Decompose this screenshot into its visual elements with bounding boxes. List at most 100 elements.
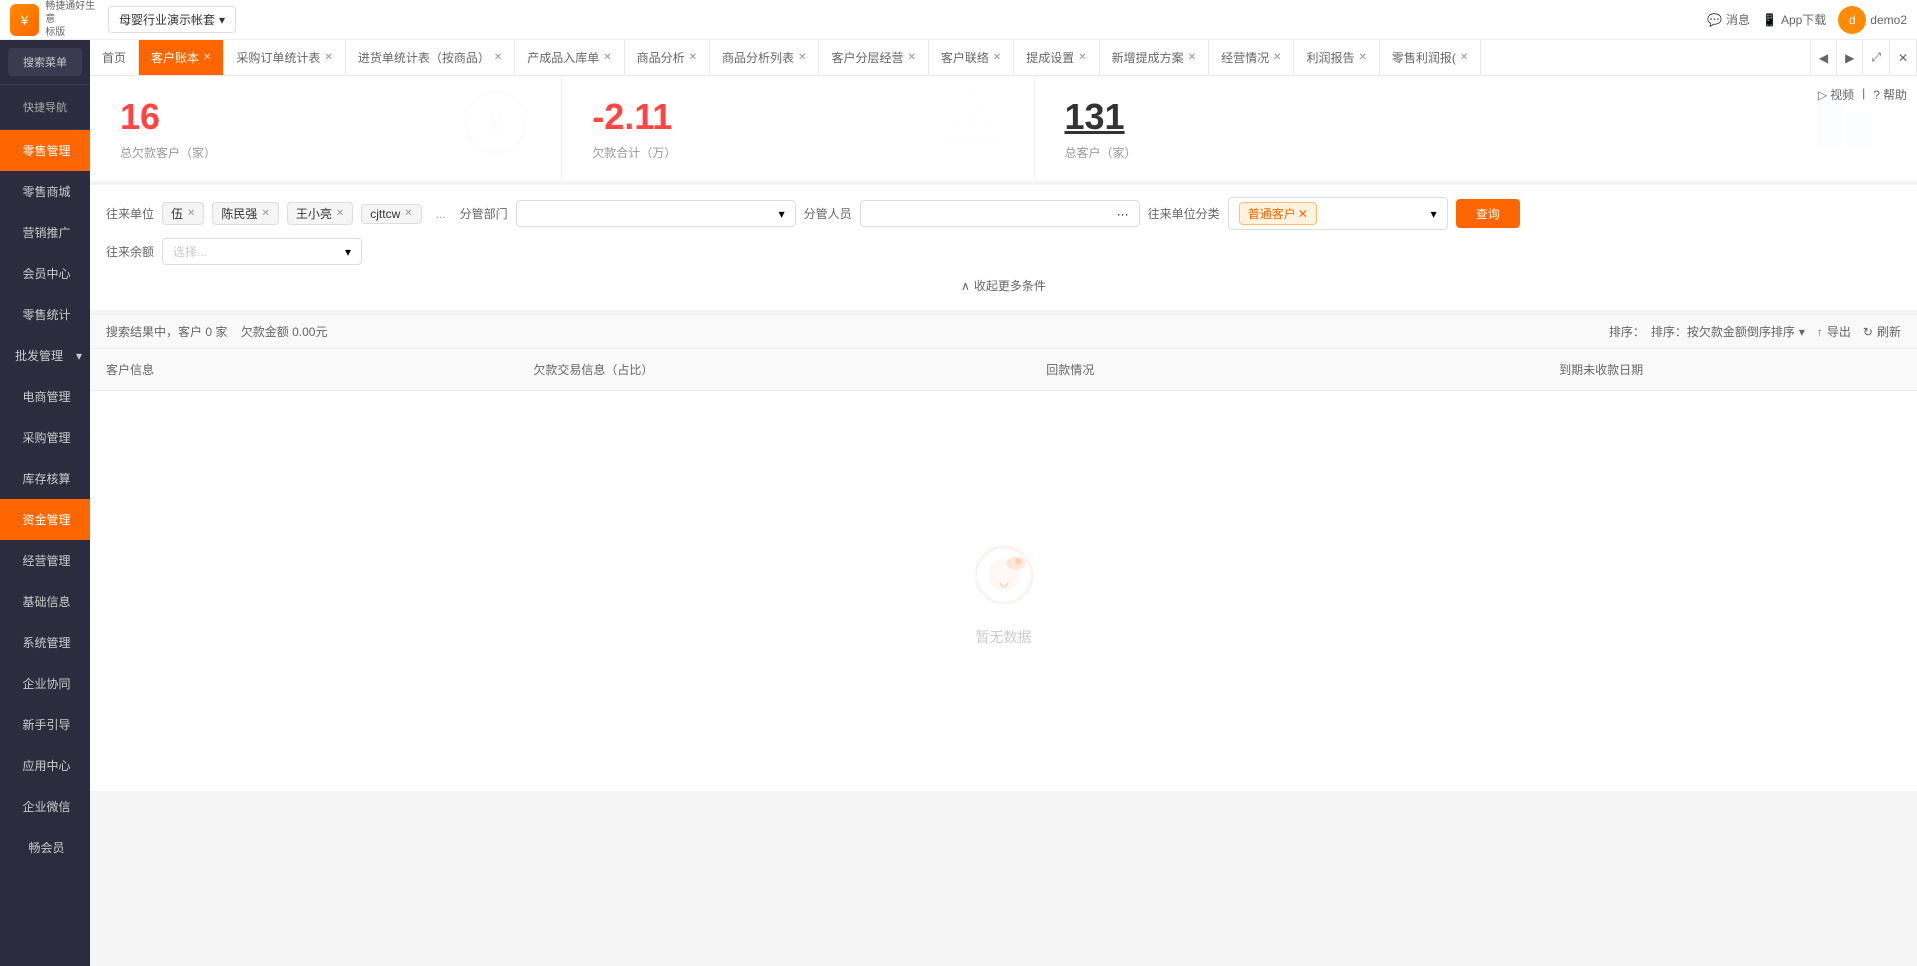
col-header-date: 到期未收款日期 [1559,361,1901,378]
empty-icon [964,535,1044,615]
balance-selector[interactable]: 选择... ▾ [162,238,362,265]
sidebar-item-wechat[interactable]: 企业微信 [0,786,90,827]
col-header-customer: 客户信息 [106,361,533,378]
tab-close-profit-report[interactable]: ✕ [1359,52,1367,63]
sidebar-item-retail-stats[interactable]: 零售统计 [0,294,90,335]
tab-close-new-promotion[interactable]: ✕ [1188,52,1196,63]
dept-filter-label: 分管部门 [460,205,508,222]
tab-close-operations-status[interactable]: ✕ [1273,52,1281,63]
tab-purchase-order[interactable]: 采购订单统计表 ✕ [224,40,345,75]
stats-row: 16 总欠款客户（家） ¥ -2.11 欠款合计（万） [90,76,1917,181]
header-right: 💬 消息 📱 App下载 d demo2 [1707,6,1907,34]
tab-product-entry[interactable]: 产成品入库单 ✕ [515,40,624,75]
stat-total-customers: 16 总欠款客户（家） ¥ [90,76,562,181]
collapse-button[interactable]: ∧ 收起更多条件 [106,273,1901,298]
tab-profit-report[interactable]: 利润报告 ✕ [1294,40,1379,75]
chevron-down-icon: ▾ [76,349,82,363]
table-body: 暂无数据 [90,391,1917,791]
stat-value-clients: 131 [1065,96,1888,138]
sidebar-item-retail-mall[interactable]: 零售商城 [0,171,90,212]
sidebar-item-operations[interactable]: 经营管理 [0,540,90,581]
quick-nav-item[interactable]: 快捷导航 [0,91,90,123]
avatar: d [1838,6,1866,34]
export-btn[interactable]: ↑ 导出 [1817,323,1851,340]
content-area: 首页 客户账本 ✕ 采购订单统计表 ✕ 进货单统计表（按商品） ✕ 产成品入库单… [90,40,1917,966]
video-btn[interactable]: ▷ 视频 [1818,86,1854,103]
sidebar-item-ecommerce[interactable]: 电商管理 [0,376,90,417]
tab-prev-btn[interactable]: ◀ [1811,40,1837,76]
filter-more-tags[interactable]: ... [430,205,452,223]
dept-selector[interactable]: ▾ [516,200,796,227]
logo-area: ¥ 畅捷通好生意 标版 [10,0,100,39]
data-table: 客户信息 欠款交易信息（占比） 回款情况 到期未收款日期 [90,349,1917,791]
tab-home[interactable]: 首页 [90,40,139,75]
tab-goods-stats[interactable]: 进货单统计表（按商品） ✕ [346,40,515,75]
filter-tag-cjttcw-close[interactable]: ✕ [404,208,412,219]
tab-close-retail-profit[interactable]: ✕ [1460,52,1468,63]
filter-tag-chen: 陈民强 ✕ [212,202,278,225]
sidebar-item-apps[interactable]: 应用中心 [0,745,90,786]
balance-dropdown-icon: ▾ [345,245,351,259]
tab-close-goods-analysis-list[interactable]: ✕ [798,52,806,63]
filter-tag-wu-close[interactable]: ✕ [187,208,195,219]
sidebar-item-basic[interactable]: 基础信息 [0,581,90,622]
sort-dropdown-icon: ▾ [1799,325,1805,339]
page-content: 16 总欠款客户（家） ¥ -2.11 欠款合计（万） [90,76,1917,966]
tab-customer-account[interactable]: 客户账本 ✕ [139,40,224,75]
refresh-btn[interactable]: ↻ 刷新 [1863,323,1901,340]
filter-tag-wang-close[interactable]: ✕ [336,208,344,219]
play-icon: ▷ [1818,88,1827,102]
sidebar-quick-nav: 快捷导航 [0,85,90,130]
tab-close-goods-stats[interactable]: ✕ [494,52,502,63]
sidebar-item-system[interactable]: 系统管理 [0,622,90,663]
workspace-selector[interactable]: 母婴行业演示帐套 ▾ [108,6,236,33]
tab-next-btn[interactable]: ▶ [1837,40,1863,76]
tab-customer-segment[interactable]: 客户分层经营 ✕ [819,40,928,75]
help-btn[interactable]: ? 帮助 [1873,86,1907,103]
selected-category-close[interactable]: ✕ [1298,207,1308,221]
tab-bar: 首页 客户账本 ✕ 采购订单统计表 ✕ 进货单统计表（按商品） ✕ 产成品入库单… [90,40,1917,76]
tab-operations-status[interactable]: 经营情况 ✕ [1209,40,1294,75]
tab-retail-profit[interactable]: 零售利润报( ✕ [1380,40,1481,75]
tab-close-goods-analysis[interactable]: ✕ [689,52,697,63]
sidebar-item-inventory[interactable]: 库存核算 [0,458,90,499]
tab-promotion-settings[interactable]: 提成设置 ✕ [1014,40,1099,75]
tab-goods-analysis[interactable]: 商品分析 ✕ [625,40,710,75]
sidebar-item-retail[interactable]: 零售管理 [0,130,90,171]
tab-expand-btn[interactable]: ⤢ [1863,40,1890,76]
tab-close-customer-contact[interactable]: ✕ [993,52,1001,63]
category-selector[interactable]: 普通客户 ✕ ▾ [1228,197,1448,230]
sidebar-item-guide[interactable]: 新手引导 [0,704,90,745]
tab-customer-contact[interactable]: 客户联络 ✕ [929,40,1014,75]
user-profile[interactable]: d demo2 [1838,6,1907,34]
sidebar-item-purchase[interactable]: 采购管理 [0,417,90,458]
tab-close-purchase-order[interactable]: ✕ [324,52,332,63]
filter-tag-cjttcw: cjttcw ✕ [361,204,421,224]
tab-new-promotion[interactable]: 新增提成方案 ✕ [1100,40,1209,75]
tab-close-all-btn[interactable]: ✕ [1890,40,1917,76]
refresh-icon: ↻ [1863,325,1873,339]
sidebar-item-enterprise[interactable]: 企业协同 [0,663,90,704]
person-selector[interactable]: ··· [860,200,1140,227]
tab-close-customer-account[interactable]: ✕ [203,52,211,63]
sidebar-item-finance[interactable]: 资金管理 [0,499,90,540]
stat-icon-customers: ¥ [461,87,531,171]
message-btn[interactable]: 💬 消息 [1707,11,1750,28]
filter-row-2: 往来余额 选择... ▾ [106,238,1901,265]
filter-tag-chen-close[interactable]: ✕ [261,208,269,219]
stat-total-clients: 131 总客户（家） ▷ 视频 [1035,76,1917,181]
sort-selector[interactable]: 排序： 排序：按欠款金额倒序排序 ▾ [1609,323,1805,340]
tab-close-product-entry[interactable]: ✕ [603,52,611,63]
tab-close-customer-segment[interactable]: ✕ [907,52,915,63]
search-menu-btn[interactable]: 搜索菜单 [8,48,82,76]
tab-goods-analysis-list[interactable]: 商品分析列表 ✕ [710,40,819,75]
message-icon: 💬 [1707,13,1722,27]
tab-close-promotion-settings[interactable]: ✕ [1078,52,1086,63]
category-dropdown-icon: ▾ [1431,207,1437,221]
sidebar-item-vip[interactable]: 畅会员 [0,827,90,868]
sidebar-item-member[interactable]: 会员中心 [0,253,90,294]
app-download-btn[interactable]: 📱 App下载 [1762,11,1826,28]
query-button[interactable]: 查询 [1456,199,1520,228]
sidebar-item-marketing[interactable]: 营销推广 [0,212,90,253]
sidebar-item-wholesale[interactable]: 批发管理 ▾ [0,335,90,376]
